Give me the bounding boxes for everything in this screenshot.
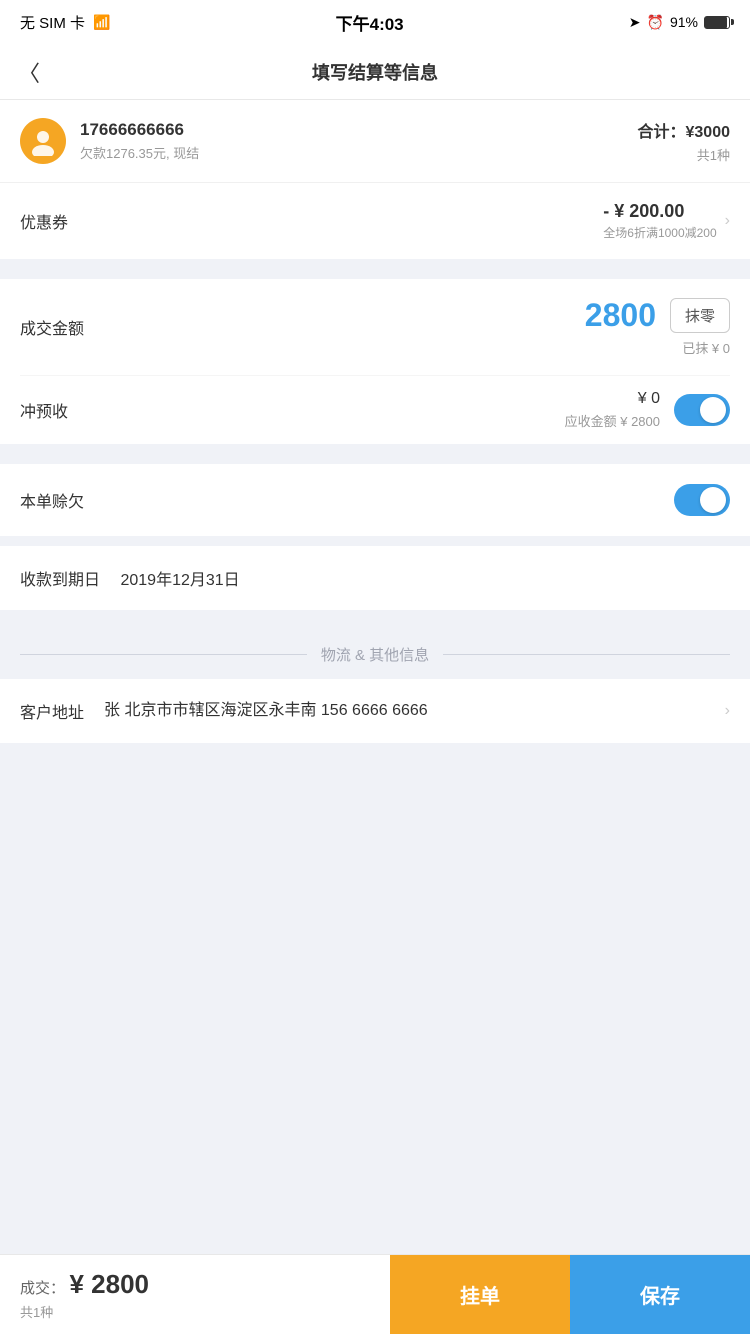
wifi-icon: 📶 <box>93 14 110 31</box>
coupon-amount: - ¥ 200.00 <box>603 201 716 222</box>
logistics-divider: 物流 & 其他信息 <box>0 630 750 679</box>
alarm-icon: ⏰ <box>647 14 664 31</box>
round-button[interactable]: 抹零 <box>670 298 730 333</box>
nav-bar: 〈 填写结算等信息 <box>0 44 750 100</box>
due-date-label: 收款到期日 <box>20 572 100 589</box>
bottom-count: 共1种 <box>20 1302 370 1321</box>
bottom-transaction-amount: ¥ 2800 <box>69 1269 149 1299</box>
separator-1 <box>0 269 750 279</box>
status-right: ➤ ⏰ 91% <box>629 14 730 31</box>
separator-2 <box>0 454 750 464</box>
divider-line-right <box>443 654 730 655</box>
location-icon: ➤ <box>629 14 641 31</box>
debt-toggle-knob <box>700 487 726 513</box>
save-button[interactable]: 保存 <box>570 1255 750 1334</box>
status-bar: 无 SIM 卡 📶 下午4:03 ➤ ⏰ 91% <box>0 0 750 44</box>
bottom-transaction-line: 成交： ¥ 2800 <box>20 1269 370 1300</box>
transaction-sub: 已抹 ¥ 0 <box>585 338 730 357</box>
back-button[interactable]: 〈 <box>18 56 40 88</box>
amount-section: 成交金额 2800 抹零 已抹 ¥ 0 冲预收 ¥ 0 应收金额 ¥ 2800 <box>0 279 750 444</box>
order-total: 合计：¥3000 <box>637 118 730 142</box>
coupon-label: 优惠券 <box>20 209 68 233</box>
debt-section: 本单赊欠 <box>0 464 750 536</box>
customer-info: 17666666666 欠款1276.35元, 现结 <box>80 120 637 162</box>
due-date-value: 2019年12月31日 <box>120 572 239 589</box>
hang-button[interactable]: 挂单 <box>390 1255 570 1334</box>
customer-sub: 欠款1276.35元, 现结 <box>80 143 637 162</box>
bottom-bar: 成交： ¥ 2800 共1种 挂单 保存 <box>0 1254 750 1334</box>
flush-row: 冲预收 ¥ 0 应收金额 ¥ 2800 <box>20 376 730 444</box>
address-section[interactable]: 客户地址 张 北京市市辖区海淀区永丰南 156 6666 6666 › <box>0 679 750 743</box>
order-count: 共1种 <box>637 145 730 164</box>
debt-toggle[interactable] <box>674 484 730 516</box>
page-title: 填写结算等信息 <box>312 59 438 85</box>
status-time: 下午4:03 <box>336 10 404 35</box>
address-chevron-icon: › <box>725 702 730 720</box>
status-left: 无 SIM 卡 📶 <box>20 12 110 33</box>
bottom-summary: 成交： ¥ 2800 共1种 <box>0 1269 390 1321</box>
separator-3 <box>0 620 750 630</box>
chevron-right-icon: › <box>725 212 730 230</box>
order-summary: 合计：¥3000 共1种 <box>637 118 730 164</box>
battery-icon <box>704 16 730 29</box>
flush-amount: ¥ 0 <box>565 390 660 408</box>
bottom-transaction-label: 成交： <box>20 1280 65 1297</box>
debt-label: 本单赊欠 <box>20 488 84 512</box>
address-value: 张 北京市市辖区海淀区永丰南 156 6666 6666 <box>104 699 725 723</box>
flush-info: ¥ 0 应收金额 ¥ 2800 <box>565 390 660 430</box>
logistics-label: 物流 & 其他信息 <box>321 644 429 665</box>
content-area: 17666666666 欠款1276.35元, 现结 合计：¥3000 共1种 … <box>0 100 750 963</box>
divider-line-left <box>20 654 307 655</box>
debt-row: 本单赊欠 <box>20 464 730 536</box>
avatar <box>20 118 66 164</box>
total-label: 合计： <box>637 124 685 141</box>
customer-row: 17666666666 欠款1276.35元, 现结 合计：¥3000 共1种 <box>0 100 750 182</box>
transaction-label: 成交金额 <box>20 315 84 339</box>
customer-phone: 17666666666 <box>80 120 637 140</box>
battery-percent: 91% <box>670 14 698 30</box>
coupon-row[interactable]: 优惠券 - ¥ 200.00 全场6折满1000减200 › <box>0 182 750 259</box>
coupon-info: - ¥ 200.00 全场6折满1000减200 <box>603 201 716 241</box>
transaction-row: 成交金额 2800 抹零 已抹 ¥ 0 <box>20 279 730 376</box>
coupon-right: - ¥ 200.00 全场6折满1000减200 › <box>603 201 730 241</box>
transaction-value: 2800 <box>585 297 656 334</box>
flush-sub: 应收金额 ¥ 2800 <box>565 411 660 430</box>
coupon-detail: 全场6折满1000减200 <box>603 224 716 241</box>
address-label: 客户地址 <box>20 699 84 723</box>
due-date-section: 收款到期日 2019年12月31日 <box>0 546 750 610</box>
customer-card: 17666666666 欠款1276.35元, 现结 合计：¥3000 共1种 … <box>0 100 750 259</box>
flush-label: 冲预收 <box>20 398 68 422</box>
total-amount: ¥3000 <box>686 124 731 141</box>
carrier-text: 无 SIM 卡 <box>20 12 85 33</box>
empty-area <box>0 743 750 963</box>
toggle-knob <box>700 397 726 423</box>
flush-toggle[interactable] <box>674 394 730 426</box>
transaction-right: 2800 抹零 <box>585 297 730 334</box>
